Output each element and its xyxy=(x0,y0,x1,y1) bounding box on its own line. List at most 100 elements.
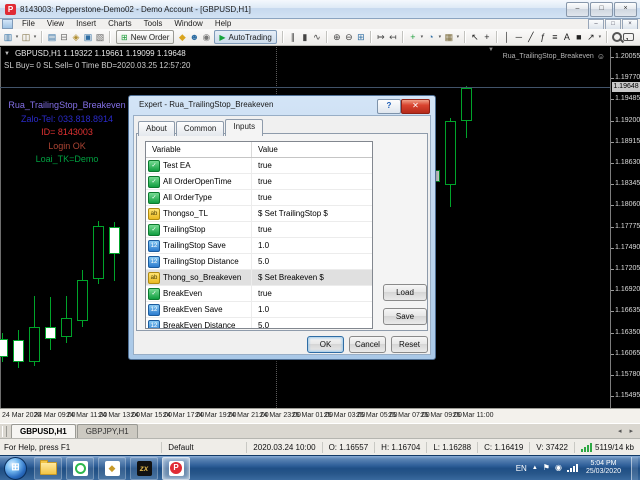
table-row[interactable]: 12 TrailingStop Save 1.0 xyxy=(146,238,372,254)
show-desktop-button[interactable] xyxy=(631,456,638,480)
vertical-line-icon[interactable]: │ xyxy=(501,30,513,45)
table-row[interactable]: ✓ All OrderOpenTime true xyxy=(146,174,372,190)
profiles-icon-dropdown[interactable]: ▾ xyxy=(32,30,38,45)
tab-scroll-arrows[interactable]: ◂ ▸ xyxy=(618,427,636,435)
price-axis[interactable]: 1.20055 1.19770 1.19485 1.19200 1.18915 1.186… xyxy=(610,47,640,408)
chart-shift-marker[interactable]: ▼ xyxy=(488,47,494,54)
table-row[interactable]: 12 TrailingStop Distance 5.0 xyxy=(146,254,372,270)
tab-about[interactable]: About xyxy=(138,121,175,136)
search-icon[interactable] xyxy=(611,30,623,45)
dialog-close-button[interactable]: ✕ xyxy=(401,99,430,114)
arrows-icon[interactable]: ↗ xyxy=(585,30,597,45)
crosshair-icon[interactable]: + xyxy=(481,30,493,45)
chart-window-icon[interactable] xyxy=(2,19,13,29)
ideas-icon[interactable] xyxy=(623,30,635,45)
autotrading-button[interactable]: ▶ AutoTrading xyxy=(214,30,277,44)
value-cell[interactable]: true xyxy=(252,190,372,205)
chart-shift-icon[interactable]: ↤ xyxy=(387,30,399,45)
templates-icon[interactable]: ▦ xyxy=(443,30,455,45)
table-row[interactable]: ✓ Test EA true xyxy=(146,158,372,174)
flag-icon[interactable]: ⚑ xyxy=(543,463,550,473)
table-row[interactable]: ✓ BreakEven true xyxy=(146,286,372,302)
table-row[interactable]: ✓ All OrderType true xyxy=(146,190,372,206)
table-row[interactable]: ab Thong_so_Breakeven $ Set Breakeven $ xyxy=(146,270,372,286)
arrows-icon-dropdown[interactable]: ▾ xyxy=(597,30,603,45)
restore-button[interactable]: □ xyxy=(590,2,613,17)
strategy-tester-icon[interactable]: ▧ xyxy=(94,30,106,45)
terminal-icon[interactable]: ▣ xyxy=(82,30,94,45)
value-cell[interactable]: $ Set Breakeven $ xyxy=(252,270,372,285)
value-cell[interactable]: $ Set TrailingStop $ xyxy=(252,206,372,221)
value-cell[interactable]: true xyxy=(252,174,372,189)
tile-windows-icon[interactable]: ⊞ xyxy=(355,30,367,45)
explorer-icon[interactable] xyxy=(34,456,62,480)
chart-tab-gbpjpy-h1[interactable]: GBPJPY,H1 xyxy=(76,424,138,438)
table-row[interactable]: ab Thongso_TL $ Set TrailingStop $ xyxy=(146,206,372,222)
cancel-button[interactable]: Cancel xyxy=(349,336,386,353)
value-cell[interactable]: true xyxy=(252,286,372,301)
save-button[interactable]: Save xyxy=(383,308,427,325)
tab-common[interactable]: Common xyxy=(175,121,225,136)
templates-icon-dropdown[interactable]: ▾ xyxy=(455,30,461,45)
status-profile[interactable]: Default xyxy=(161,441,246,453)
profiles-icon[interactable]: ◫ xyxy=(20,30,32,45)
time-axis[interactable]: 24 Mar 2020 24 Mar 09:00 24 Mar 11:00 24 Ma… xyxy=(0,408,640,423)
lines-more-icon[interactable]: ≡ xyxy=(549,30,561,45)
value-cell[interactable]: 5.0 xyxy=(252,318,372,328)
value-cell[interactable]: true xyxy=(252,158,372,173)
table-row[interactable]: 12 BreakEven Distance 5.0 xyxy=(146,318,372,328)
text-icon[interactable]: A xyxy=(561,30,573,45)
menu-help[interactable]: Help xyxy=(209,19,237,29)
horizontal-line-icon[interactable]: ─ xyxy=(513,30,525,45)
new-order-button[interactable]: ⊞ New Order xyxy=(116,30,175,44)
taskbar-clock[interactable]: 5:04 PM 25/03/2020 xyxy=(583,460,624,476)
language-indicator[interactable]: EN xyxy=(516,464,527,473)
zoom-out-icon[interactable]: ⊖ xyxy=(343,30,355,45)
experts-icon[interactable]: ☻ xyxy=(188,30,200,45)
menu-window[interactable]: Window xyxy=(168,19,208,29)
ultraviewer-icon[interactable] xyxy=(66,456,94,480)
dialog-help-button[interactable]: ? xyxy=(377,99,401,114)
menu-charts[interactable]: Charts xyxy=(102,19,138,29)
value-cell[interactable]: true xyxy=(252,222,372,237)
menu-view[interactable]: View xyxy=(41,19,70,29)
value-cell[interactable]: 5.0 xyxy=(252,254,372,269)
new-chart-icon[interactable]: ▥ xyxy=(2,30,14,45)
table-row[interactable]: 12 BreakEven Save 1.0 xyxy=(146,302,372,318)
data-window-icon[interactable]: ⊟ xyxy=(58,30,70,45)
zoom-in-icon[interactable]: ⊕ xyxy=(331,30,343,45)
gold-app-icon[interactable]: ◆ xyxy=(98,456,126,480)
volume-icon[interactable]: ◉ xyxy=(555,463,562,473)
shapes-icon[interactable]: ■ xyxy=(573,30,585,45)
zx-app-icon[interactable]: zx xyxy=(130,456,158,480)
value-cell[interactable]: 1.0 xyxy=(252,238,372,253)
one-click-arrow-icon[interactable]: ▼ xyxy=(4,49,10,59)
menu-file[interactable]: File xyxy=(16,19,41,29)
market-watch-icon[interactable]: ▤ xyxy=(46,30,58,45)
navigator-icon[interactable]: ◈ xyxy=(70,30,82,45)
metaeditor-icon[interactable]: ◆ xyxy=(176,30,188,45)
community-icon[interactable]: ◉ xyxy=(200,30,212,45)
ok-button[interactable]: OK xyxy=(307,336,344,353)
indicators-icon[interactable]: + xyxy=(407,30,419,45)
tray-expand-icon[interactable]: ▲ xyxy=(532,463,538,473)
close-button[interactable]: × xyxy=(614,2,637,17)
bar-chart-icon[interactable]: ∥ xyxy=(287,30,299,45)
pepperstone-mt4-icon[interactable]: P xyxy=(162,456,190,480)
chart-tab-gbpusd-h1[interactable]: GBPUSD,H1 xyxy=(11,424,76,438)
auto-scroll-icon[interactable]: ↦ xyxy=(375,30,387,45)
fibonacci-icon[interactable]: ƒ xyxy=(537,30,549,45)
cursor-icon[interactable]: ↖ xyxy=(469,30,481,45)
network-icon[interactable] xyxy=(566,464,578,472)
table-row[interactable]: ✓ TrailingStop true xyxy=(146,222,372,238)
menu-tools[interactable]: Tools xyxy=(138,19,169,29)
periods-icon[interactable]: ◔ xyxy=(425,30,437,45)
reset-button[interactable]: Reset xyxy=(391,336,428,353)
candlestick-chart-icon[interactable]: ▮ xyxy=(299,30,311,45)
line-chart-icon[interactable]: ∿ xyxy=(311,30,323,45)
start-button[interactable]: ⊞ xyxy=(4,456,27,480)
load-button[interactable]: Load xyxy=(383,284,427,301)
trendline-icon[interactable]: ╱ xyxy=(525,30,537,45)
value-cell[interactable]: 1.0 xyxy=(252,302,372,317)
minimize-button[interactable]: – xyxy=(566,2,589,17)
